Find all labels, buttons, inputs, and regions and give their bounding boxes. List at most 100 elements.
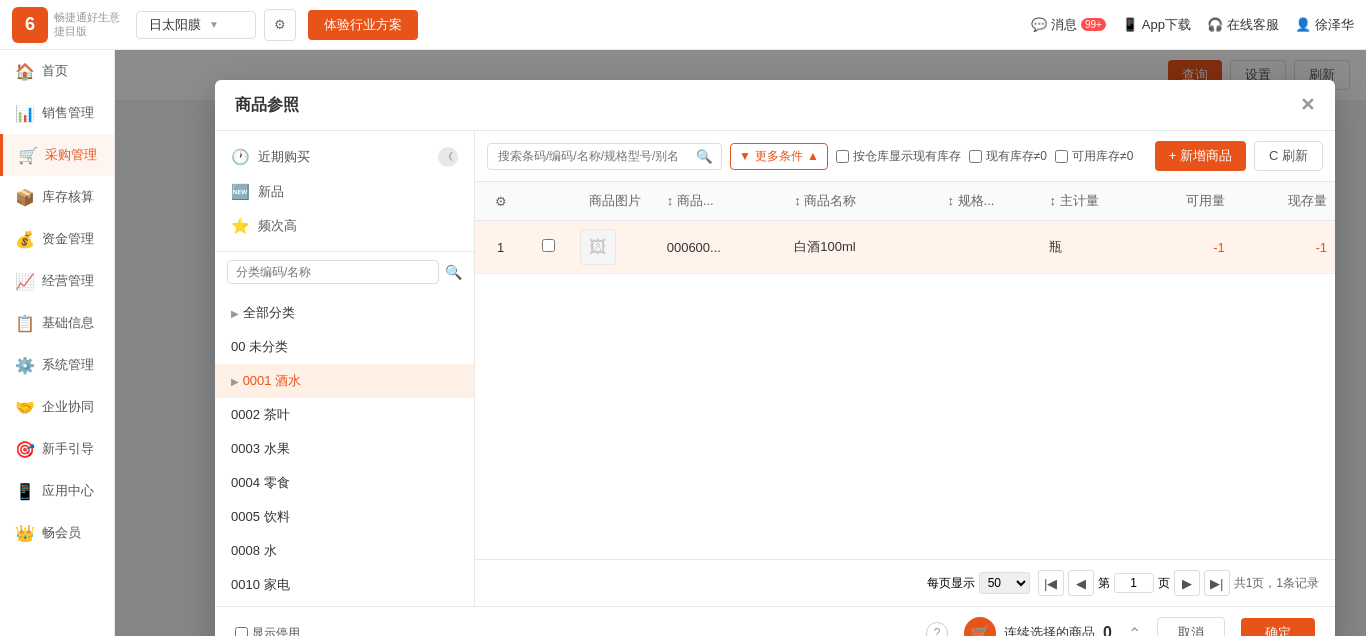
sidebar-item-app-center[interactable]: 📱 应用中心 [0,470,114,512]
collapse-icon[interactable]: 《 [438,147,458,167]
row-check-cell[interactable] [526,221,572,274]
left-quick-nav: 🕐 近期购买 《 🆕 新品 ⭐ 频次高 [215,131,474,252]
gear-button[interactable]: ⚙ [264,9,296,41]
avail-nonzero-checkbox-label[interactable]: 可用库存≠0 [1055,148,1133,165]
product-reference-modal: 商品参照 ✕ 🕐 近期购买 《 🆕 新品 [215,80,1335,636]
sidebar-item-label: 经营管理 [42,272,94,290]
sort-icon: ↕ [667,193,674,208]
product-table-area: ⚙ 商品图片 ↕ 商品... [475,182,1335,559]
modal-header: 商品参照 ✕ [215,80,1335,131]
page-total: 共1页，1条记录 [1234,575,1319,592]
per-page-select[interactable]: 50 10 20 100 [979,572,1030,594]
name-col-header[interactable]: ↕ 商品名称 [786,182,939,221]
sidebar-item-system[interactable]: ⚙️ 系统管理 [0,344,114,386]
product-search-input[interactable] [488,144,688,168]
row-checkbox[interactable] [542,239,555,252]
category-0010[interactable]: 0010 家电 [215,568,474,602]
category-0008[interactable]: 0008 水 [215,534,474,568]
app-download-item[interactable]: 📱 App下载 [1122,16,1191,34]
category-0001[interactable]: ▶ 0001 酒水 [215,364,474,398]
more-filter-button[interactable]: ▼ 更多条件 ▲ [730,143,828,170]
add-product-button[interactable]: + 新增商品 [1155,141,1246,171]
product-image: 🖼 [580,229,616,265]
toolbar-right: + 新增商品 C 刷新 [1155,141,1323,171]
sidebar-item-operations[interactable]: 📈 经营管理 [0,260,114,302]
appcenter-icon: 📱 [16,482,34,500]
sidebar-item-label: 新手引导 [42,440,94,458]
category-0002[interactable]: 0002 茶叶 [215,398,474,432]
category-search-icon[interactable]: 🔍 [445,264,462,280]
sidebar-item-sales[interactable]: 📊 销售管理 [0,92,114,134]
category-all[interactable]: ▶ 全部分类 [215,296,474,330]
cancel-button[interactable]: 取消 [1157,617,1225,636]
modal-close-button[interactable]: ✕ [1300,94,1315,116]
category-0003[interactable]: 0003 水果 [215,432,474,466]
modal-body: 🕐 近期购买 《 🆕 新品 ⭐ 频次高 [215,131,1335,606]
sidebar-item-guide[interactable]: 🎯 新手引导 [0,428,114,470]
warehouse-stock-checkbox-label[interactable]: 按仓库显示现有库存 [836,148,961,165]
last-page-button[interactable]: ▶| [1204,570,1230,596]
category-0004[interactable]: 0004 零食 [215,466,474,500]
cart-area[interactable]: 🛒 连续选择的商品 0 [964,617,1112,636]
nav-select[interactable]: 日太阳膜 ▼ [136,11,256,39]
stock-nonzero-checkbox-label[interactable]: 现有库存≠0 [969,148,1047,165]
new-product-item[interactable]: 🆕 新品 [215,175,474,209]
next-page-button[interactable]: ▶ [1174,570,1200,596]
modal-footer: 显示停用 ? 🛒 连续选择的商品 0 ⌃ 取消 确定 [215,606,1335,636]
product-search-button[interactable]: 🔍 [688,144,721,169]
collapse-footer-icon[interactable]: ⌃ [1128,624,1141,637]
left-panel: 🕐 近期购买 《 🆕 新品 ⭐ 频次高 [215,131,475,606]
footer-right: ? 🛒 连续选择的商品 0 ⌃ 取消 确定 [926,617,1315,636]
table-row[interactable]: 1 🖼 000600... 白酒100ml [475,221,1335,274]
unit-col-header[interactable]: ↕ 主计量 [1041,182,1130,221]
refresh-button[interactable]: C 刷新 [1254,141,1323,171]
category-00[interactable]: 00 未分类 [215,330,474,364]
prev-page-button[interactable]: ◀ [1068,570,1094,596]
category-search-input[interactable] [227,260,439,284]
logo-text: 畅捷通好生意 捷目版 [54,11,120,37]
first-page-button[interactable]: |◀ [1038,570,1064,596]
category-label: 00 未分类 [231,339,288,354]
sidebar-item-label: 采购管理 [45,146,97,164]
avail-nonzero-checkbox[interactable] [1055,150,1068,163]
show-disabled-checkbox[interactable] [235,627,248,637]
page-label2: 页 [1158,575,1170,592]
show-disabled-label[interactable]: 显示停用 [235,625,300,637]
settings-col-header[interactable]: ⚙ [475,182,526,221]
arrow-icon: ▶ [231,376,239,387]
message-item[interactable]: 💬 消息 99+ [1031,16,1106,34]
sidebar-item-label: 资金管理 [42,230,94,248]
category-label: 全部分类 [243,304,295,322]
sidebar-item-basic-info[interactable]: 📋 基础信息 [0,302,114,344]
nav-right: 💬 消息 99+ 📱 App下载 🎧 在线客服 👤 徐泽华 [1031,16,1354,34]
help-button[interactable]: ? [926,622,948,636]
warehouse-stock-checkbox[interactable] [836,150,849,163]
right-panel: 🔍 ▼ 更多条件 ▲ 按仓库显示现有库存 [475,131,1335,606]
experience-button[interactable]: 体验行业方案 [308,10,418,40]
product-search-bar: 🔍 [487,143,722,170]
sidebar-item-label: 畅会员 [42,524,81,542]
code-col-header[interactable]: ↕ 商品... [659,182,787,221]
online-service-item[interactable]: 🎧 在线客服 [1207,16,1279,34]
confirm-button[interactable]: 确定 [1241,618,1315,636]
spec-col-header[interactable]: ↕ 规格... [939,182,1041,221]
sidebar-item-purchase[interactable]: 🛒 采购管理 [0,134,114,176]
sidebar-item-home[interactable]: 🏠 首页 [0,50,114,92]
stock-nonzero-checkbox[interactable] [969,150,982,163]
category-label: 0003 水果 [231,441,290,456]
main-layout: 🏠 首页 📊 销售管理 🛒 采购管理 📦 库存核算 💰 资金管理 📈 经营管理 … [0,50,1366,636]
high-frequency-item[interactable]: ⭐ 频次高 [215,209,474,243]
sidebar-item-inventory[interactable]: 📦 库存核算 [0,176,114,218]
sidebar-item-enterprise[interactable]: 🤝 企业协同 [0,386,114,428]
category-0005[interactable]: 0005 饮料 [215,500,474,534]
category-label: 0010 家电 [231,577,290,592]
recent-purchase-item[interactable]: 🕐 近期购买 《 [215,139,474,175]
product-table: ⚙ 商品图片 ↕ 商品... [475,182,1335,274]
sales-icon: 📊 [16,104,34,122]
sidebar-item-finance[interactable]: 💰 资金管理 [0,218,114,260]
sidebar-item-member[interactable]: 👑 畅会员 [0,512,114,554]
stock-col-header: 现存量 [1233,182,1335,221]
page-number-input[interactable] [1114,573,1154,593]
user-item[interactable]: 👤 徐泽华 [1295,16,1354,34]
table-header-row: ⚙ 商品图片 ↕ 商品... [475,182,1335,221]
